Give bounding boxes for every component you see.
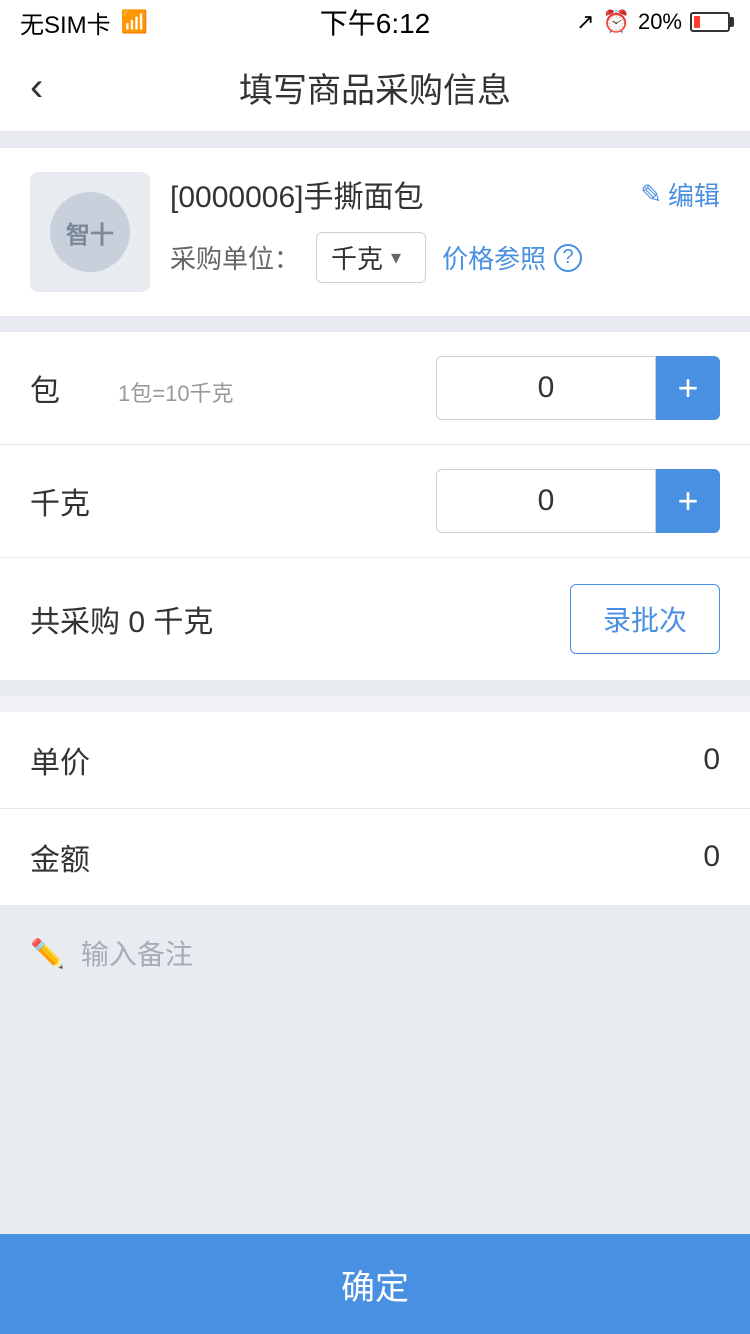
product-name: [0000006]手撕面包 xyxy=(170,172,423,216)
nav-bar: ‹ 填写商品采购信息 xyxy=(0,44,750,132)
pencil-icon: ✏️ xyxy=(30,937,65,970)
price-ref-button[interactable]: 价格参照 ? xyxy=(442,239,582,276)
kg-input-wrapper: 0 + xyxy=(250,469,720,533)
confirm-button[interactable]: 确定 xyxy=(341,1260,409,1309)
total-amount-value: 0 xyxy=(703,840,720,874)
notes-section[interactable]: ✏️ 输入备注 xyxy=(0,905,750,1001)
location-icon: ↗ xyxy=(576,9,594,35)
notes-placeholder: 输入备注 xyxy=(81,933,193,973)
kg-label: 千克 xyxy=(30,479,110,523)
summary-label: 共采购 0 千克 xyxy=(30,597,213,641)
unit-price-value: 0 xyxy=(703,743,720,777)
unit-value: 千克 xyxy=(331,239,383,276)
input-row-bao: 包 1包=10千克 0 + xyxy=(0,332,750,445)
unit-select[interactable]: 千克 ▾ xyxy=(316,232,426,283)
separator-mid2 xyxy=(0,680,750,696)
record-batch-button[interactable]: 录批次 xyxy=(570,584,720,654)
product-info: [0000006]手撕面包 ✎ 编辑 采购单位： 千克 ▾ 价格参照 ? xyxy=(170,172,720,283)
product-card: 智十 [0000006]手撕面包 ✎ 编辑 采购单位： 千克 ▾ 价格参照 ? xyxy=(0,148,750,316)
bao-label-group: 包 1包=10千克 xyxy=(30,366,234,410)
unit-price-label: 单价 xyxy=(30,738,90,782)
total-amount-label: 金额 xyxy=(30,835,90,879)
back-button[interactable]: ‹ xyxy=(30,55,53,120)
product-header: [0000006]手撕面包 ✎ 编辑 xyxy=(170,172,720,216)
product-image: 智十 xyxy=(30,172,150,292)
summary-section: 共采购 0 千克 录批次 xyxy=(0,557,750,680)
price-row-unit: 单价 0 xyxy=(0,712,750,809)
dropdown-arrow-icon: ▾ xyxy=(391,245,401,270)
bao-plus-button[interactable]: + xyxy=(656,356,720,420)
battery-percent: 20% xyxy=(638,9,682,35)
product-logo: 智十 xyxy=(50,192,130,272)
confirm-footer[interactable]: 确定 xyxy=(0,1234,750,1334)
price-ref-label: 价格参照 xyxy=(442,239,546,276)
input-section: 包 1包=10千克 0 + 千克 0 + xyxy=(0,332,750,557)
price-row-total: 金额 0 xyxy=(0,809,750,905)
bao-input-wrapper: 0 + xyxy=(254,356,720,420)
status-time: 下午6:12 xyxy=(320,2,431,42)
product-unit-row: 采购单位： 千克 ▾ 价格参照 ? xyxy=(170,232,720,283)
alarm-icon: ⏰ xyxy=(603,9,630,35)
input-row-kg: 千克 0 + xyxy=(0,445,750,557)
battery-icon xyxy=(690,12,730,32)
edit-icon: ✎ xyxy=(640,179,662,210)
logo-text: 智十 xyxy=(66,215,114,250)
separator-mid1 xyxy=(0,316,750,332)
summary-row: 共采购 0 千克 录批次 xyxy=(0,558,750,680)
wifi-icon: 📶 xyxy=(121,9,148,35)
separator-top xyxy=(0,132,750,148)
status-right: ↗ ⏰ 20% xyxy=(576,9,730,35)
carrier-text: 无SIM卡 xyxy=(20,5,111,40)
bao-input[interactable]: 0 xyxy=(436,356,656,420)
bao-label: 包 xyxy=(30,366,110,410)
edit-button[interactable]: ✎ 编辑 xyxy=(640,176,720,213)
status-left: 无SIM卡 📶 xyxy=(20,5,148,40)
info-icon: ? xyxy=(554,244,582,272)
price-section: 单价 0 金额 0 xyxy=(0,712,750,905)
unit-label: 采购单位： xyxy=(170,239,300,276)
page-title: 填写商品采购信息 xyxy=(239,63,511,112)
kg-label-group: 千克 xyxy=(30,479,230,523)
kg-input[interactable]: 0 xyxy=(436,469,656,533)
kg-plus-button[interactable]: + xyxy=(656,469,720,533)
bao-sublabel: 1包=10千克 xyxy=(118,376,234,408)
status-bar: 无SIM卡 📶 下午6:12 ↗ ⏰ 20% xyxy=(0,0,750,44)
